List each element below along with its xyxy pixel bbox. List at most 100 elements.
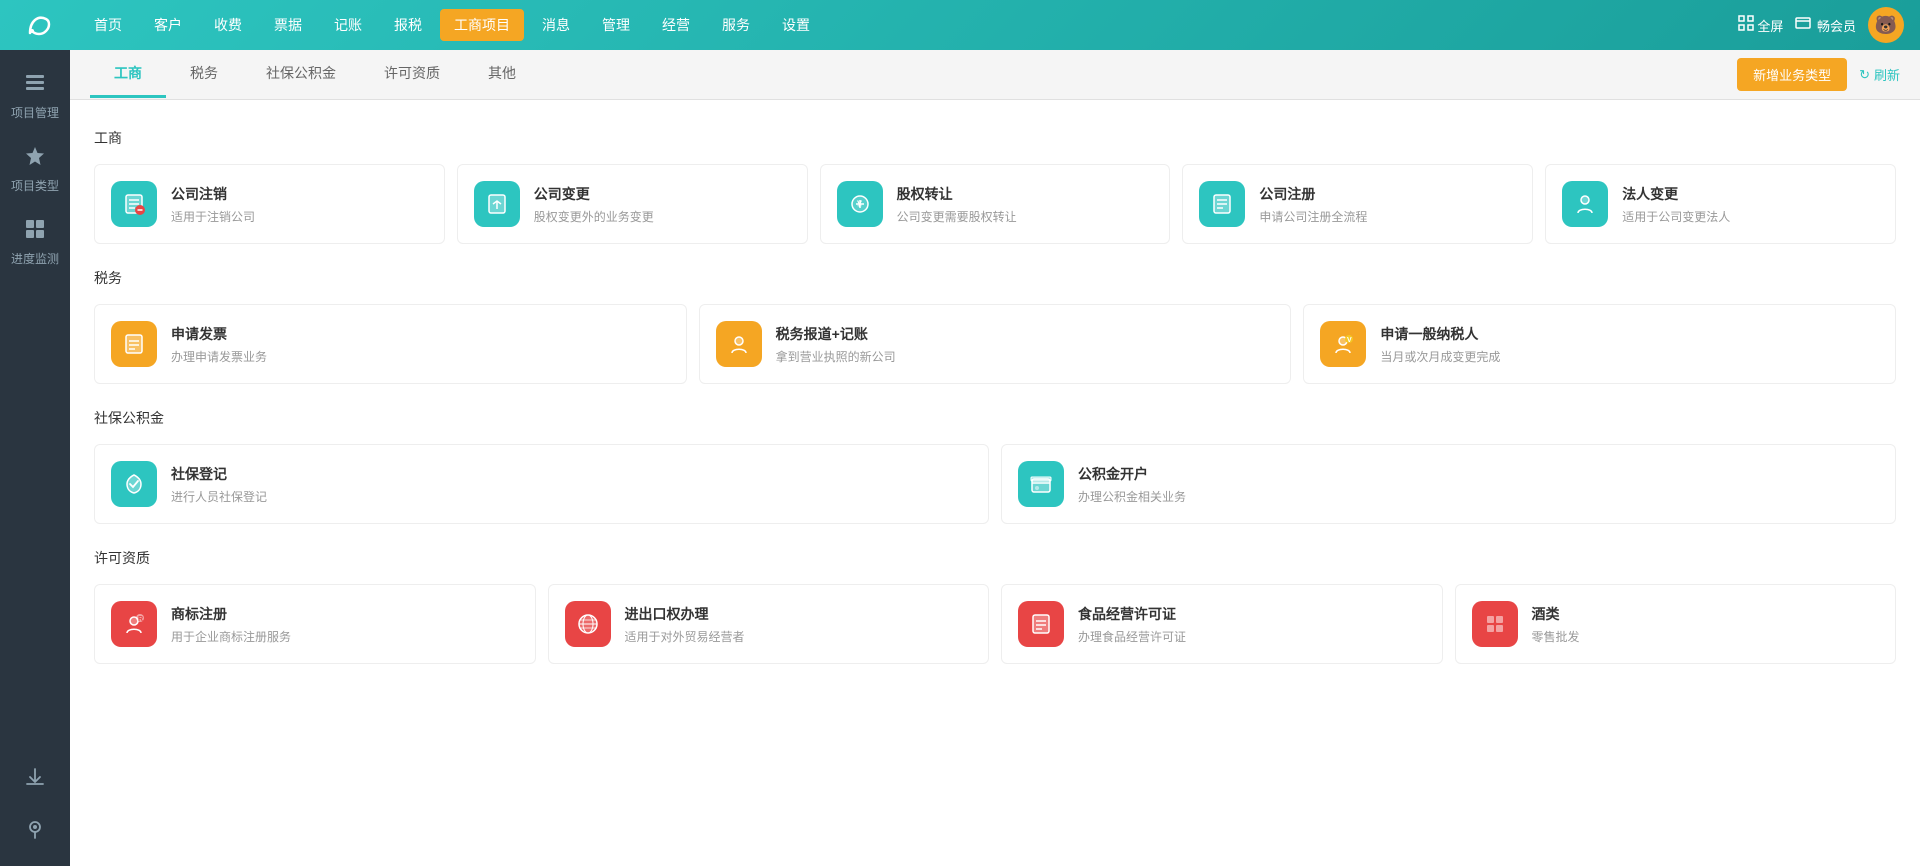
social-insurance-icon	[111, 461, 157, 507]
logo	[16, 3, 60, 47]
progress-icon	[24, 218, 46, 246]
card-title: 食品经营许可证	[1078, 604, 1426, 624]
card-text: 法人变更 适用于公司变更法人	[1622, 184, 1879, 225]
card-title: 法人变更	[1622, 184, 1879, 204]
nav-operation[interactable]: 经营	[648, 9, 704, 41]
svg-text:¥: ¥	[857, 199, 862, 209]
card-desc: 适用于注销公司	[171, 208, 428, 225]
content-area: 工商 税务 社保公积金 许可资质 其他 新增业务类型 ↻ 刷新 工商	[70, 50, 1920, 866]
nav-customer[interactable]: 客户	[140, 9, 196, 41]
nav-accounting[interactable]: 记账	[320, 9, 376, 41]
tab-gongshang[interactable]: 工商	[90, 51, 166, 98]
card-title: 商标注册	[171, 604, 519, 624]
card-invoice[interactable]: 申请发票 办理申请发票业务	[94, 304, 687, 384]
nav-tax[interactable]: 报税	[380, 9, 436, 41]
card-text: 申请发票 办理申请发票业务	[171, 324, 670, 365]
card-desc: 申请公司注册全流程	[1259, 208, 1516, 225]
refresh-button[interactable]: ↻ 刷新	[1859, 65, 1900, 84]
nav-home[interactable]: 首页	[80, 9, 136, 41]
card-title: 股权转让	[897, 184, 1154, 204]
section-title-shebao: 社保公积金	[94, 408, 1896, 428]
sidebar-item-project-manage[interactable]: 项目管理	[0, 60, 70, 133]
company-cancel-icon	[111, 181, 157, 227]
member-button[interactable]: 畅会员	[1795, 15, 1856, 35]
card-company-cancel[interactable]: 公司注销 适用于注销公司	[94, 164, 445, 244]
page-content: 工商 公司注销 适用	[70, 100, 1920, 866]
card-social-insurance[interactable]: 社保登记 进行人员社保登记	[94, 444, 989, 524]
sidebar-item-label: 进度监测	[11, 250, 59, 267]
section-title-xuke: 许可资质	[94, 548, 1896, 568]
new-type-button[interactable]: 新增业务类型	[1737, 58, 1847, 91]
card-alcohol[interactable]: 酒类 零售批发	[1455, 584, 1897, 664]
fund-icon	[1018, 461, 1064, 507]
card-trademark[interactable]: R 商标注册 用于企业商标注册服务	[94, 584, 536, 664]
nav-fee[interactable]: 收费	[200, 9, 256, 41]
sidebar-item-project-type[interactable]: 项目类型	[0, 133, 70, 206]
svg-text:V: V	[1347, 337, 1352, 344]
tab-other[interactable]: 其他	[464, 51, 540, 98]
card-title: 公积金开户	[1078, 464, 1879, 484]
card-text: 公司注销 适用于注销公司	[171, 184, 428, 225]
card-title: 税务报道+记账	[776, 324, 1275, 344]
card-title: 公司注销	[171, 184, 428, 204]
nav-message[interactable]: 消息	[528, 9, 584, 41]
card-text: 股权转让 公司变更需要股权转让	[897, 184, 1154, 225]
card-desc: 零售批发	[1532, 628, 1880, 645]
user-avatar[interactable]: 🐻	[1868, 7, 1904, 43]
top-navigation: 首页 客户 收费 票据 记账 报税 工商项目 消息 管理 经营 服务 设置 全屏…	[0, 0, 1920, 50]
nav-items: 首页 客户 收费 票据 记账 报税 工商项目 消息 管理 经营 服务 设置	[80, 9, 1738, 41]
card-desc: 股权变更外的业务变更	[534, 208, 791, 225]
tab-actions: 新增业务类型 ↻ 刷新	[1737, 58, 1900, 91]
tab-shiwu[interactable]: 税务	[166, 51, 242, 98]
card-equity-transfer[interactable]: ¥ 股权转让 公司变更需要股权转让	[820, 164, 1171, 244]
download-icon[interactable]	[16, 758, 54, 802]
food-license-icon	[1018, 601, 1064, 647]
sidebar-item-label: 项目管理	[11, 104, 59, 121]
card-text: 公司注册 申请公司注册全流程	[1259, 184, 1516, 225]
card-general-taxpayer[interactable]: V 申请一般纳税人 当月或次月成变更完成	[1303, 304, 1896, 384]
section-title-gongshang: 工商	[94, 128, 1896, 148]
tab-xuke[interactable]: 许可资质	[360, 51, 464, 98]
card-desc: 办理食品经营许可证	[1078, 628, 1426, 645]
card-company-change[interactable]: 公司变更 股权变更外的业务变更	[457, 164, 808, 244]
sidebar-bottom	[16, 758, 54, 866]
nav-business[interactable]: 工商项目	[440, 9, 524, 41]
card-fund[interactable]: 公积金开户 办理公积金相关业务	[1001, 444, 1896, 524]
fullscreen-button[interactable]: 全屏	[1738, 15, 1784, 35]
left-sidebar: 项目管理 项目类型 进度监测	[0, 50, 70, 866]
card-import-export[interactable]: 进出口权办理 适用于对外贸易经营者	[548, 584, 990, 664]
xuke-card-grid: R 商标注册 用于企业商标注册服务	[94, 584, 1896, 664]
nav-settings[interactable]: 设置	[768, 9, 824, 41]
company-change-icon	[474, 181, 520, 227]
nav-service[interactable]: 服务	[708, 9, 764, 41]
nav-ticket[interactable]: 票据	[260, 9, 316, 41]
card-company-register[interactable]: 公司注册 申请公司注册全流程	[1182, 164, 1533, 244]
legal-change-icon	[1562, 181, 1608, 227]
card-desc: 用于企业商标注册服务	[171, 628, 519, 645]
main-layout: 项目管理 项目类型 进度监测	[0, 50, 1920, 866]
refresh-icon: ↻	[1859, 67, 1870, 83]
card-text: 公司变更 股权变更外的业务变更	[534, 184, 791, 225]
tab-shebao[interactable]: 社保公积金	[242, 51, 360, 98]
card-desc: 公司变更需要股权转让	[897, 208, 1154, 225]
shiwu-card-grid: 申请发票 办理申请发票业务 税务报道+记账 拿到营业执照的新公司	[94, 304, 1896, 384]
card-desc: 适用于对外贸易经营者	[625, 628, 973, 645]
import-export-icon	[565, 601, 611, 647]
card-food-license[interactable]: 食品经营许可证 办理食品经营许可证	[1001, 584, 1443, 664]
company-register-icon	[1199, 181, 1245, 227]
nav-manage[interactable]: 管理	[588, 9, 644, 41]
sidebar-item-progress[interactable]: 进度监测	[0, 206, 70, 279]
card-desc: 拿到营业执照的新公司	[776, 348, 1275, 365]
trademark-icon: R	[111, 601, 157, 647]
card-tax-report[interactable]: 税务报道+记账 拿到营业执照的新公司	[699, 304, 1292, 384]
card-desc: 进行人员社保登记	[171, 488, 972, 505]
location-icon[interactable]	[16, 810, 54, 854]
section-title-shiwu: 税务	[94, 268, 1896, 288]
card-text: 商标注册 用于企业商标注册服务	[171, 604, 519, 645]
card-desc: 适用于公司变更法人	[1622, 208, 1879, 225]
alcohol-icon	[1472, 601, 1518, 647]
top-nav-right: 全屏 畅会员 🐻	[1738, 7, 1904, 43]
card-text: 食品经营许可证 办理食品经营许可证	[1078, 604, 1426, 645]
card-legal-change[interactable]: 法人变更 适用于公司变更法人	[1545, 164, 1896, 244]
card-title: 申请发票	[171, 324, 670, 344]
